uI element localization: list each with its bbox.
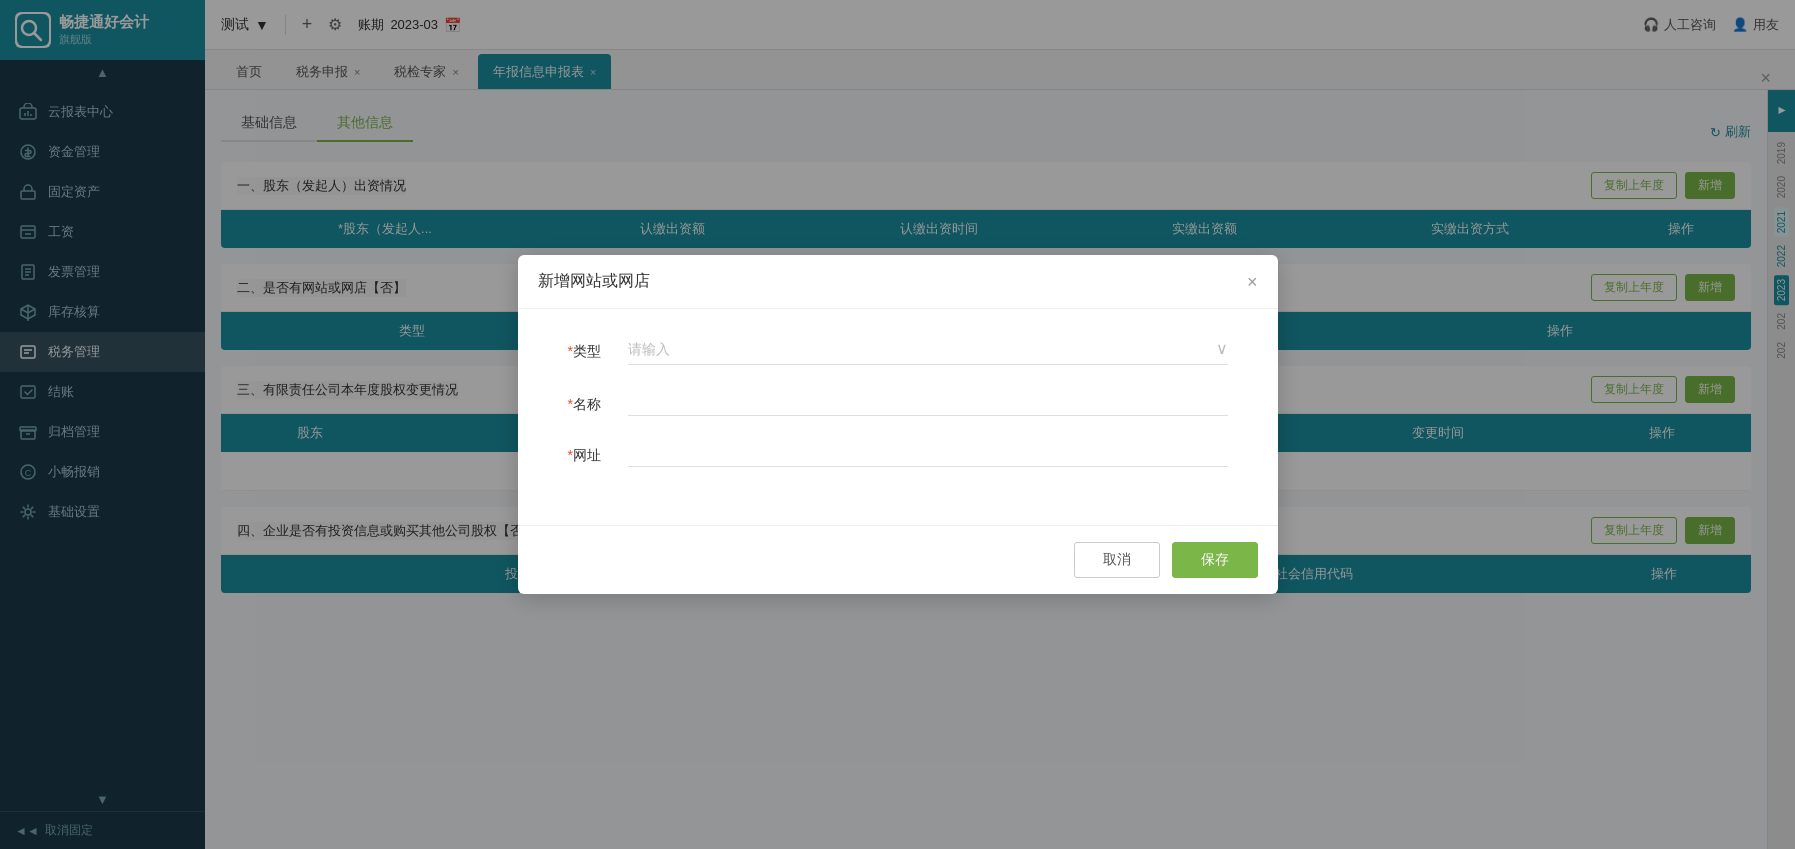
modal-title: 新增网站或网店 [538,271,650,292]
type-dropdown-icon[interactable]: ∨ [1216,339,1228,358]
form-group-url: *网址 [568,444,1228,467]
modal-footer: 取消 保存 [518,525,1278,594]
label-text-name: 名称 [573,396,601,412]
modal-overlay[interactable]: 新增网站或网店 × *类型 ∨ *名称 [0,0,1795,849]
url-input-wrapper [628,444,1228,467]
modal-body: *类型 ∨ *名称 *网址 [518,309,1278,525]
modal-header: 新增网站或网店 × [518,255,1278,309]
save-button[interactable]: 保存 [1172,542,1258,578]
url-input[interactable] [628,444,1228,460]
cancel-button[interactable]: 取消 [1074,542,1160,578]
form-group-name: *名称 [568,393,1228,416]
modal-close-button[interactable]: × [1247,273,1258,291]
form-label-url: *网址 [568,447,628,465]
modal-add-website: 新增网站或网店 × *类型 ∨ *名称 [518,255,1278,594]
label-text-type: 类型 [573,343,601,359]
name-input[interactable] [628,393,1228,409]
label-text-url: 网址 [573,447,601,463]
form-label-name: *名称 [568,396,628,414]
type-input[interactable] [628,341,1216,357]
form-group-type: *类型 ∨ [568,339,1228,365]
form-label-type: *类型 [568,343,628,361]
name-input-wrapper [628,393,1228,416]
type-input-wrapper: ∨ [628,339,1228,365]
